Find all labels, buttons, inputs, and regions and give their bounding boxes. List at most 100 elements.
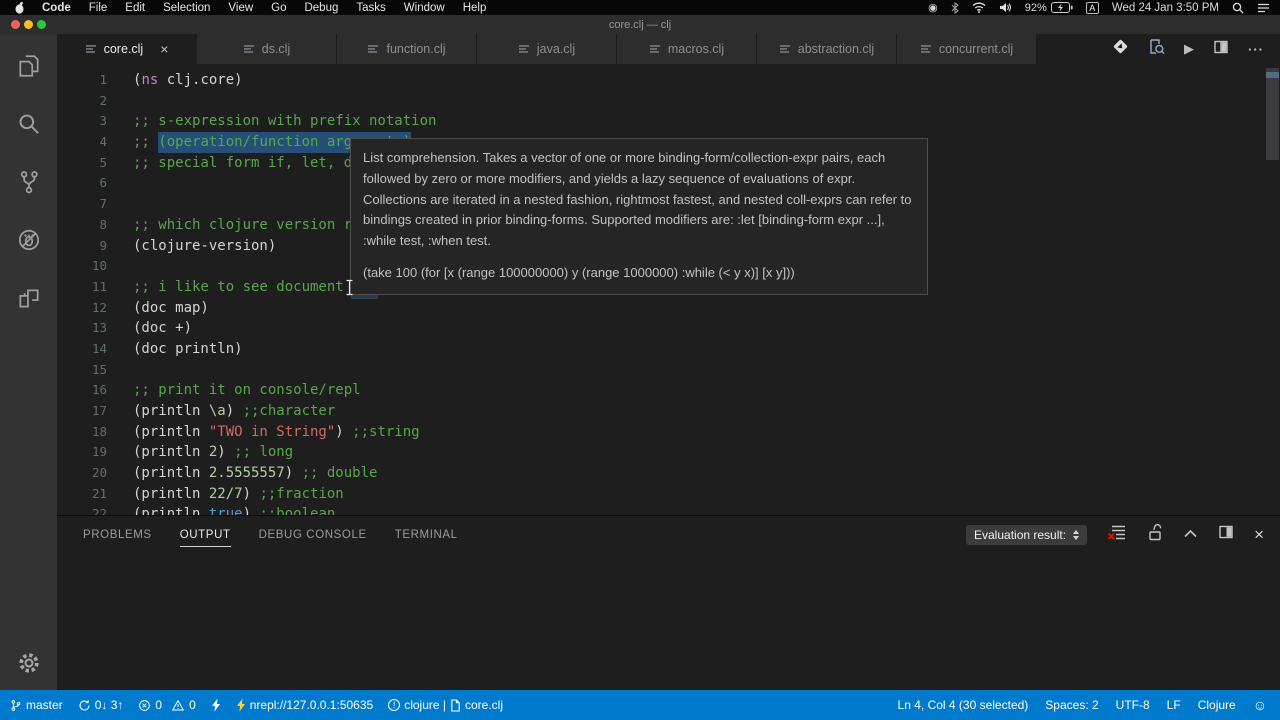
git-sync-status[interactable]: 0↓ 3↑ [78,698,123,712]
more-actions-icon[interactable]: ··· [1248,42,1264,57]
line-number: 20 [91,465,107,481]
spotlight-search-icon[interactable] [1232,2,1244,14]
wifi-icon[interactable] [972,2,986,13]
clj-file-icon [243,43,255,55]
line-number: 5 [99,154,107,170]
code-line[interactable]: 12 (doc map) [57,298,1280,319]
menu-edit[interactable]: Edit [116,2,154,14]
explorer-icon[interactable] [0,40,57,92]
panel-tab-problems[interactable]: PROBLEMS [69,529,166,541]
bolt-yellow-icon [236,698,245,712]
screen-record-icon[interactable]: ◉ [928,1,938,14]
run-task-icon[interactable]: ▶ [1184,41,1194,57]
tab-function.clj[interactable]: function.clj [337,34,477,64]
feedback-smiley-icon[interactable]: ☺ [1253,697,1267,713]
maximize-panel-icon[interactable] [1183,526,1198,544]
encoding-status[interactable]: UTF-8 [1116,698,1150,712]
menu-file[interactable]: File [80,2,117,14]
zoom-window-button[interactable] [37,20,46,29]
eol-status[interactable]: LF [1167,698,1181,712]
tab-abstraction.clj[interactable]: abstraction.clj [757,34,897,64]
panel-layout-icon[interactable] [1218,524,1234,545]
line-number: 4 [99,134,107,150]
language-mode-status[interactable]: Clojure [1198,698,1236,712]
tab-label: macros.clj [667,42,725,56]
panel-tab-terminal[interactable]: TERMINAL [381,529,472,541]
editor-tab-bar: core.clj × ds.clj function.clj java.clj macro… [57,34,1280,64]
tab-label: concurrent.clj [938,42,1014,56]
code-line[interactable]: 20 (println 2.5555557) ;; double [57,463,1280,484]
code-line[interactable]: 13 (doc +) [57,318,1280,339]
menu-go[interactable]: Go [262,2,295,14]
code-line[interactable]: 1 (ns clj.core) [57,70,1280,91]
code-line[interactable]: 18 (println "TWO in String") ;;string [57,422,1280,443]
code-line[interactable]: 2 [57,91,1280,112]
code-line[interactable]: 19 (println 2) ;; long [57,442,1280,463]
hover-documentation-tooltip: List comprehension. Takes a vector of on… [350,138,928,295]
line-number: 9 [99,237,107,253]
tab-label: java.clj [536,42,576,56]
code-line[interactable]: 21 (println 22/7) ;;fraction [57,484,1280,505]
cursor-position-status[interactable]: Ln 4, Col 4 (30 selected) [898,698,1029,712]
tab-core.clj[interactable]: core.clj × [57,34,197,64]
problems-status[interactable]: 0 0 [138,698,196,712]
code-line[interactable]: 16 ;; print it on console/repl [57,380,1280,401]
panel-tab-output[interactable]: OUTPUT [166,528,245,547]
open-preview-icon[interactable] [1148,38,1165,60]
code-token: ) [242,485,260,502]
debug-icon[interactable] [0,214,57,266]
line-number: 7 [99,196,107,212]
apple-menu-icon[interactable] [12,1,33,14]
clojure-repl-status[interactable]: ! clojure | core.clj [388,698,503,712]
calva-run-icon[interactable] [1112,38,1129,60]
split-editor-icon[interactable] [1213,39,1229,60]
source-control-icon[interactable] [0,156,57,208]
tab-ds.clj[interactable]: ds.clj [197,34,337,64]
output-channel-select[interactable]: Evaluation result: [966,524,1088,545]
line-number: 18 [91,423,107,439]
menu-debug[interactable]: Debug [295,2,347,14]
panel-tab-debug-console[interactable]: DEBUG CONSOLE [245,529,381,541]
menu-clock[interactable]: Wed 24 Jan 3:50 PM [1112,2,1219,14]
code-line[interactable]: 15 [57,360,1280,381]
bluetooth-icon[interactable] [951,1,959,14]
code-line[interactable]: 17 (println \a) ;;character [57,401,1280,422]
line-number: 14 [91,340,107,356]
tab-java.clj[interactable]: java.clj [477,34,617,64]
code-line[interactable]: 22 (println true) ;;boolean [57,504,1280,515]
lightning-status[interactable] [211,698,221,712]
tab-macros.clj[interactable]: macros.clj [617,34,757,64]
errors-icon [139,699,151,711]
menu-app[interactable]: Code [33,2,80,14]
unlock-scroll-icon[interactable] [1147,523,1163,546]
editor-scrollbar[interactable] [1266,68,1279,160]
volume-icon[interactable] [999,2,1012,13]
close-tab-icon[interactable]: × [160,42,168,56]
clj-file-icon [779,43,791,55]
git-branch-status[interactable]: master [10,698,63,713]
minimize-window-button[interactable] [24,20,33,29]
battery-status[interactable]: 92% [1025,2,1073,14]
menu-window[interactable]: Window [395,2,454,14]
input-source-icon[interactable]: A [1085,1,1099,14]
menu-help[interactable]: Help [454,2,496,14]
menu-selection[interactable]: Selection [154,2,219,14]
tab-concurrent.clj[interactable]: concurrent.clj [897,34,1037,64]
menu-tasks[interactable]: Tasks [347,2,394,14]
notification-center-icon[interactable] [1257,3,1270,13]
nrepl-status[interactable]: nrepl://127.0.0.1:50635 [236,698,373,712]
sync-icon [79,699,90,710]
indentation-status[interactable]: Spaces: 2 [1045,698,1098,712]
code-token: ) [217,444,235,461]
close-window-button[interactable] [11,20,20,29]
code-token: (println [133,423,209,440]
close-panel-icon[interactable]: × [1254,526,1264,543]
search-icon[interactable] [0,98,57,150]
menu-view[interactable]: View [219,2,262,14]
code-line[interactable]: 3 ;; s-expression with prefix notation [57,111,1280,132]
code-token: (println [133,444,209,461]
extensions-icon[interactable] [0,272,57,324]
settings-gear-icon[interactable] [0,650,57,676]
code-line[interactable]: 14 (doc println) [57,339,1280,360]
clear-output-icon[interactable] [1107,524,1127,546]
